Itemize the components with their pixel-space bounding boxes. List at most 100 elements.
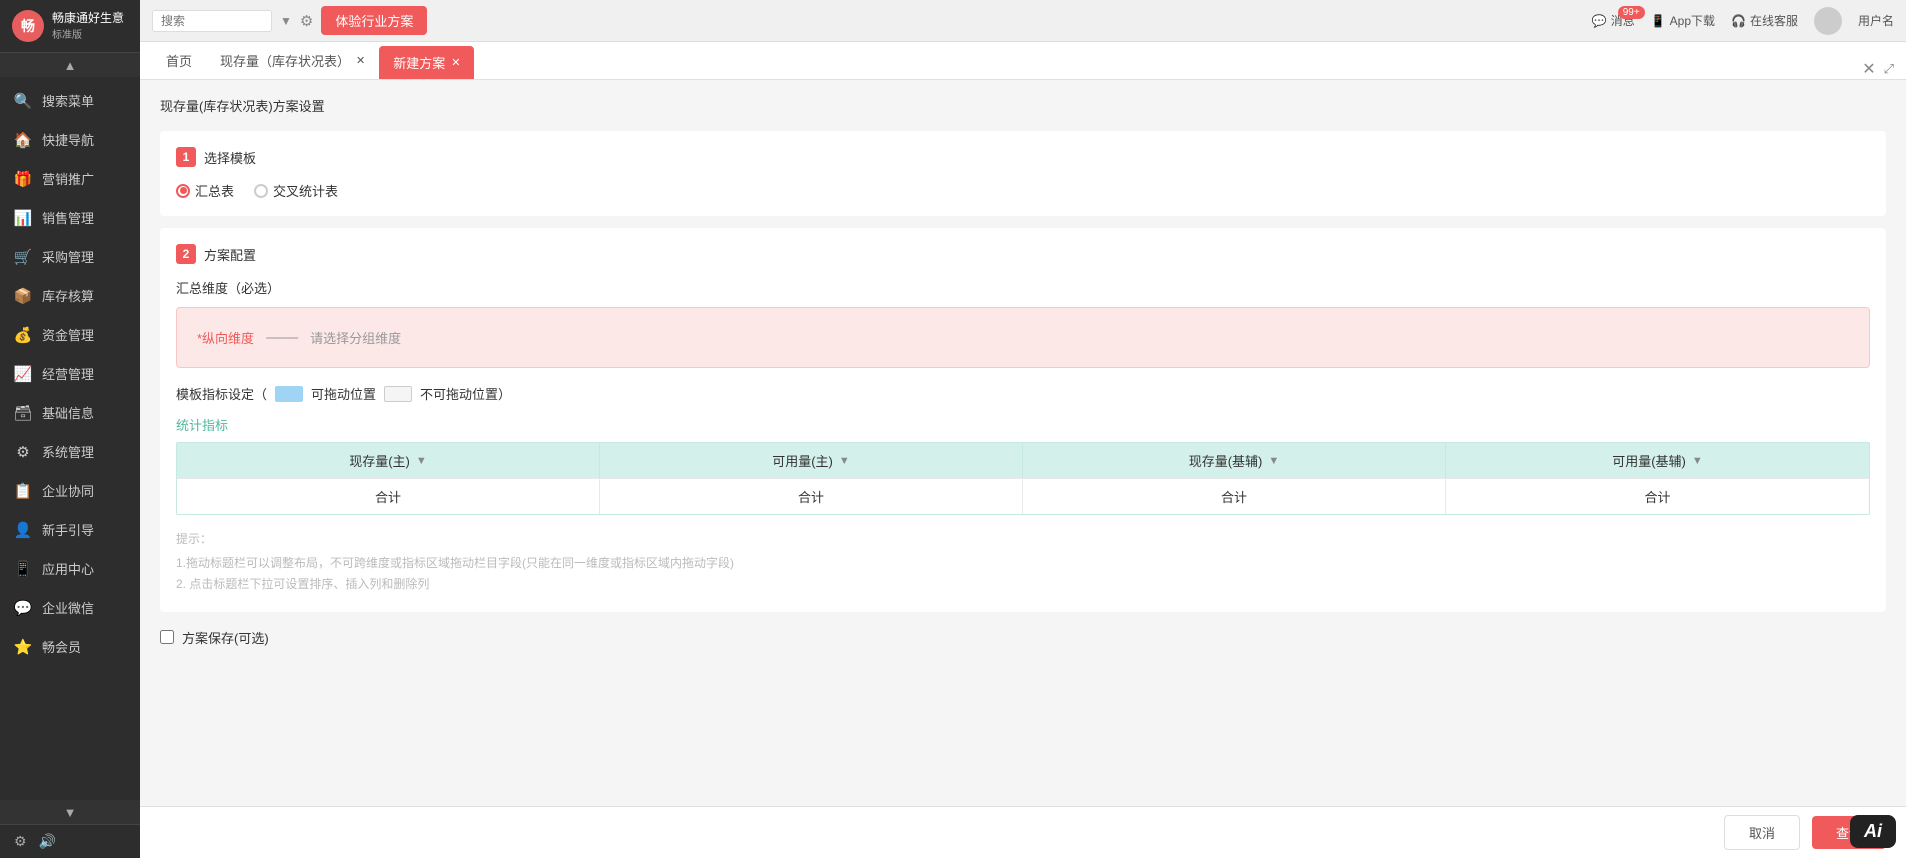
sidebar-item-search[interactable]: 🔍 搜索菜单	[0, 81, 140, 120]
metrics-nodrag-label: 不可拖动位置）	[420, 384, 511, 403]
sidebar-item-wechat[interactable]: 💬 企业微信	[0, 588, 140, 627]
radio-summary[interactable]: 汇总表	[176, 181, 234, 200]
sidebar-item-label: 经营管理	[42, 364, 94, 383]
cell-1-3: 合计	[1023, 479, 1446, 514]
section1-header: 1 选择模板	[176, 147, 1870, 167]
cell-1-2: 合计	[600, 479, 1023, 514]
save-checkbox[interactable]	[160, 630, 174, 644]
sidebar-item-newbie[interactable]: 👤 新手引导	[0, 510, 140, 549]
cancel-button[interactable]: 取消	[1724, 815, 1800, 850]
tab-home[interactable]: 首页	[152, 44, 206, 79]
sidebar-item-label: 搜索菜单	[42, 91, 94, 110]
col-header-3[interactable]: 现存量(基辅) ▼	[1023, 443, 1446, 478]
sidebar-item-sales[interactable]: 📊 销售管理	[0, 198, 140, 237]
topbar: ▼ ⚙ 体验行业方案 💬 消息 99+ 📱 App下载 🎧 在线客服 用户名	[140, 0, 1906, 42]
sidebar-item-base[interactable]: 🗃 基础信息	[0, 393, 140, 432]
section1-num: 1	[176, 147, 196, 167]
cell-1-1: 合计	[177, 479, 600, 514]
sidebar-item-label: 企业协同	[42, 481, 94, 500]
expand-window-icon[interactable]: ⤢	[1884, 61, 1894, 77]
sidebar-item-member[interactable]: ⭐ 畅会员	[0, 627, 140, 666]
dimension-divider: ——	[266, 329, 298, 347]
headset-icon: 🎧	[1731, 14, 1746, 28]
topbar-message[interactable]: 💬 消息 99+	[1592, 12, 1635, 29]
footer: 取消 查询	[140, 806, 1906, 858]
metrics-label: 模板指标设定（ 可拖动位置 不可拖动位置）	[176, 384, 1870, 403]
box-icon: 📦	[14, 287, 32, 305]
sidebar-item-app[interactable]: 📱 应用中心	[0, 549, 140, 588]
sidebar-scroll-up[interactable]: ▲	[0, 53, 140, 77]
topbar-gear-icon[interactable]: ⚙	[300, 12, 313, 30]
col1-dropdown-icon[interactable]: ▼	[416, 455, 427, 467]
stats-title: 统计指标	[176, 415, 1870, 434]
metrics-label-text: 模板指标设定（	[176, 384, 267, 403]
tips-title: 提示：	[176, 529, 1870, 551]
col3-dropdown-icon[interactable]: ▼	[1268, 455, 1279, 467]
mobile-icon: 📱	[14, 560, 32, 578]
topbar-search-input[interactable]	[152, 10, 272, 32]
speaker-icon[interactable]: 🔊	[39, 833, 56, 850]
content-area: 现存量(库存状况表)方案设置 1 选择模板 汇总表 交叉统计表	[140, 80, 1906, 806]
tab-new-plan[interactable]: 新建方案 ✕	[379, 46, 474, 79]
sidebar-item-inventory[interactable]: 📦 库存核算	[0, 276, 140, 315]
main-area: ▼ ⚙ 体验行业方案 💬 消息 99+ 📱 App下载 🎧 在线客服 用户名 首…	[140, 0, 1906, 858]
radio-summary-button[interactable]	[176, 184, 190, 198]
sidebar-item-system[interactable]: ⚙ 系统管理	[0, 432, 140, 471]
cell-1-4: 合计	[1446, 479, 1869, 514]
sidebar-item-marketing[interactable]: 🎁 营销推广	[0, 159, 140, 198]
sidebar-item-contract[interactable]: 📋 企业协同	[0, 471, 140, 510]
phone-icon: 📱	[1651, 14, 1666, 28]
radio-cross-button[interactable]	[254, 184, 268, 198]
tab-inventory-close[interactable]: ✕	[356, 54, 365, 67]
close-window-icon[interactable]: ✕	[1862, 59, 1875, 79]
col-header-4[interactable]: 可用量(基辅) ▼	[1446, 443, 1869, 478]
save-row: 方案保存(可选)	[160, 628, 1886, 647]
stats-table-header: 现存量(主) ▼ 可用量(主) ▼ 现存量(基辅) ▼	[177, 443, 1869, 478]
message-badge: 99+	[1618, 6, 1645, 19]
dimension-required-text: *纵向维度	[197, 328, 254, 347]
tab-new-plan-close[interactable]: ✕	[451, 56, 460, 69]
section1-title: 选择模板	[204, 148, 256, 167]
tips-section: 提示： 1.拖动标题栏可以调整布局，不可跨维度或指标区域拖动栏目字段(只能在同一…	[176, 529, 1870, 596]
section-plan-config: 2 方案配置 汇总维度（必选） *纵向维度 —— 请选择分组维度 模板指标设定（…	[160, 228, 1886, 612]
stats-table: 现存量(主) ▼ 可用量(主) ▼ 现存量(基辅) ▼	[176, 442, 1870, 515]
sidebar-item-label: 应用中心	[42, 559, 94, 578]
app-name: 畅康通好生意	[52, 11, 124, 27]
tab-new-plan-label: 新建方案	[393, 53, 445, 72]
col-header-2[interactable]: 可用量(主) ▼	[600, 443, 1023, 478]
sidebar-nav: 🔍 搜索菜单 🏠 快捷导航 🎁 营销推广 📊 销售管理 🛒 采购管理 📦 库存核…	[0, 77, 140, 800]
page-title: 现存量(库存状况表)方案设置	[160, 96, 1886, 115]
section2-header: 2 方案配置	[176, 244, 1870, 264]
col3-label: 现存量(基辅)	[1189, 451, 1263, 470]
tab-inventory[interactable]: 现存量（库存状况表） ✕	[206, 44, 379, 79]
topbar-dropdown-icon[interactable]: ▼	[280, 14, 292, 28]
col2-dropdown-icon[interactable]: ▼	[839, 455, 850, 467]
col-header-1[interactable]: 现存量(主) ▼	[177, 443, 600, 478]
sidebar-item-label: 基础信息	[42, 403, 94, 422]
topbar-app-download[interactable]: 📱 App下载	[1651, 12, 1715, 29]
topbar-service[interactable]: 🎧 在线客服	[1731, 12, 1798, 29]
money-icon: 💰	[14, 326, 32, 344]
col2-label: 可用量(主)	[772, 451, 833, 470]
sidebar-item-purchase[interactable]: 🛒 采购管理	[0, 237, 140, 276]
radio-cross[interactable]: 交叉统计表	[254, 181, 338, 200]
settings-bottom-icon[interactable]: ⚙	[14, 833, 27, 850]
app-logo-icon: 畅	[12, 10, 44, 42]
wechat-icon: 💬	[14, 599, 32, 617]
sidebar-item-finance[interactable]: 💰 资金管理	[0, 315, 140, 354]
sidebar-item-label: 新手引导	[42, 520, 94, 539]
sidebar-scroll-down[interactable]: ▼	[0, 800, 140, 824]
tabbar: 首页 现存量（库存状况表） ✕ 新建方案 ✕ ✕ ⤢	[140, 42, 1906, 80]
sidebar-item-nav[interactable]: 🏠 快捷导航	[0, 120, 140, 159]
tab-home-label: 首页	[166, 51, 192, 70]
trial-button[interactable]: 体验行业方案	[321, 6, 427, 35]
user-avatar[interactable]	[1814, 7, 1842, 35]
col4-dropdown-icon[interactable]: ▼	[1692, 455, 1703, 467]
username-label: 用户名	[1858, 12, 1894, 29]
tip-1: 1.拖动标题栏可以调整布局，不可跨维度或指标区域拖动栏目字段(只能在同一维度或指…	[176, 553, 1870, 575]
sidebar-item-operation[interactable]: 📈 经营管理	[0, 354, 140, 393]
section-template: 1 选择模板 汇总表 交叉统计表	[160, 131, 1886, 216]
dimension-placeholder: 请选择分组维度	[310, 328, 401, 347]
dimension-box[interactable]: *纵向维度 —— 请选择分组维度	[176, 307, 1870, 368]
stats-section: 统计指标 现存量(主) ▼ 可用量(主) ▼	[176, 415, 1870, 515]
